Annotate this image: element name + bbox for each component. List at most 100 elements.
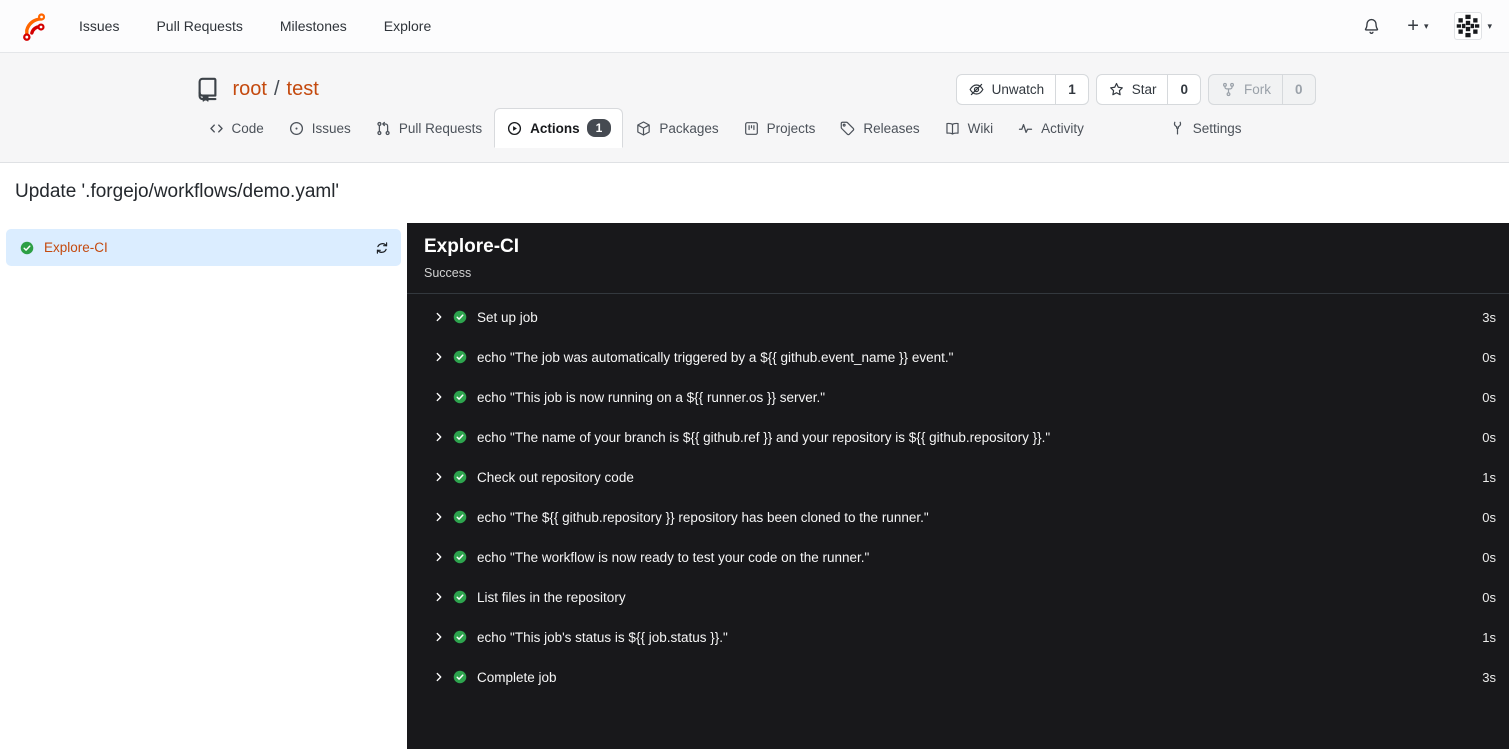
step-duration: 1s (1482, 629, 1496, 645)
user-menu[interactable]: ▾ (1454, 12, 1492, 40)
tab-wiki[interactable]: Wiki (932, 108, 1006, 148)
star-icon (1108, 81, 1125, 98)
step-row[interactable]: echo "The ${{ github.repository }} repos… (407, 497, 1509, 537)
tab-activity[interactable]: Activity (1005, 108, 1096, 148)
rerun-refresh-icon[interactable] (374, 240, 390, 256)
create-new-button[interactable]: + ▾ (1407, 16, 1428, 36)
sidebar-job-explore-ci[interactable]: Explore-CI (6, 229, 401, 266)
run-job-title: Explore-CI (424, 236, 520, 257)
nav-milestones[interactable]: Milestones (280, 18, 347, 34)
pulse-icon (1019, 123, 1033, 133)
job-name: Explore-CI (44, 240, 108, 255)
jobs-sidebar: Explore-CI (0, 223, 407, 749)
step-duration: 0s (1482, 389, 1496, 405)
step-success-check-icon (452, 549, 468, 565)
tab-packages[interactable]: Packages (623, 108, 730, 148)
eye-slash-icon (968, 81, 985, 98)
tab-releases[interactable]: Releases (827, 108, 931, 148)
step-row[interactable]: Check out repository code 1s (407, 457, 1509, 497)
tools-icon (1173, 121, 1181, 134)
step-row[interactable]: List files in the repository 0s (407, 577, 1509, 617)
nav-pull-requests[interactable]: Pull Requests (156, 18, 242, 34)
package-icon (637, 120, 651, 136)
repo-header: root / test Unwatch 1 Star 0 Fork 0 Code… (0, 53, 1509, 163)
step-name: echo "The ${{ github.repository }} repos… (477, 509, 929, 525)
star-count[interactable]: 0 (1167, 74, 1200, 104)
unwatch-button[interactable]: Unwatch 1 (955, 73, 1089, 105)
chevron-right-icon (433, 351, 445, 363)
chevron-right-icon (433, 631, 445, 643)
step-row[interactable]: echo "The name of your branch is ${{ git… (407, 417, 1509, 457)
star-button[interactable]: Star 0 (1095, 73, 1201, 105)
step-duration: 0s (1482, 509, 1496, 525)
play-circle-icon (508, 121, 522, 135)
page-title: Update '.forgejo/workflows/demo.yaml' (15, 181, 340, 202)
fork-label: Fork (1243, 81, 1271, 97)
top-nav-links: Issues Pull Requests Milestones Explore (79, 18, 431, 34)
step-row[interactable]: Set up job 3s (407, 297, 1509, 337)
project-board-icon (744, 121, 758, 135)
nav-explore[interactable]: Explore (384, 18, 431, 34)
breadcrumb-separator: / (273, 77, 280, 100)
run-status-text: Success (424, 266, 472, 280)
fork-count[interactable]: 0 (1281, 74, 1315, 104)
tab-settings[interactable]: Settings (1157, 108, 1254, 148)
git-pull-request-icon (377, 121, 390, 135)
code-icon (209, 123, 223, 133)
step-name: Complete job (477, 669, 557, 685)
tab-pull-requests[interactable]: Pull Requests (363, 108, 494, 148)
step-success-check-icon (452, 469, 468, 485)
step-duration: 0s (1482, 349, 1496, 365)
chevron-right-icon (433, 511, 445, 523)
tab-actions[interactable]: Actions 1 (494, 108, 624, 148)
tab-code[interactable]: Code (196, 108, 276, 148)
tab-issues[interactable]: Issues (276, 108, 363, 148)
step-success-check-icon (452, 389, 468, 405)
nav-issues[interactable]: Issues (79, 18, 119, 34)
step-duration: 0s (1482, 429, 1496, 445)
step-row[interactable]: echo "The workflow is now ready to test … (407, 537, 1509, 577)
repo-breadcrumb: root / test (233, 78, 319, 101)
chevron-right-icon (433, 591, 445, 603)
chevron-right-icon (433, 551, 445, 563)
step-success-check-icon (452, 669, 468, 685)
repo-name-link[interactable]: test (287, 78, 319, 100)
step-success-check-icon (452, 349, 468, 365)
step-success-check-icon (452, 509, 468, 525)
step-name: echo "This job is now running on a ${{ r… (477, 389, 826, 405)
repo-book-icon (194, 76, 221, 103)
chevron-right-icon (433, 471, 445, 483)
step-duration: 3s (1482, 669, 1496, 685)
step-name: Check out repository code (477, 469, 634, 485)
step-row[interactable]: echo "This job's status is ${{ job.statu… (407, 617, 1509, 657)
step-duration: 0s (1482, 549, 1496, 565)
chevron-right-icon (433, 311, 445, 323)
actions-count-badge: 1 (586, 119, 612, 137)
step-duration: 0s (1482, 589, 1496, 605)
top-navbar: Issues Pull Requests Milestones Explore … (0, 0, 1509, 53)
steps-list: Set up job 3s echo "The job was automati… (407, 294, 1509, 697)
step-row[interactable]: echo "This job is now running on a ${{ r… (407, 377, 1509, 417)
chevron-down-icon: ▾ (1487, 20, 1492, 31)
step-success-check-icon (452, 589, 468, 605)
step-row[interactable]: Complete job 3s (407, 657, 1509, 697)
job-success-check-icon (19, 240, 35, 256)
repo-tabs: Code Issues Pull Requests Actions 1 Pack… (194, 107, 1316, 148)
unwatch-label: Unwatch (991, 81, 1045, 97)
step-row[interactable]: echo "The job was automatically triggere… (407, 337, 1509, 377)
watch-count[interactable]: 1 (1055, 74, 1088, 104)
forgejo-logo[interactable] (17, 11, 48, 42)
repo-owner-link[interactable]: root (233, 78, 267, 100)
fork-icon (1220, 81, 1237, 98)
notifications-bell-icon[interactable] (1362, 17, 1381, 36)
step-name: List files in the repository (477, 589, 626, 605)
chevron-right-icon (433, 671, 445, 683)
issue-opened-icon (289, 121, 303, 135)
step-success-check-icon (452, 429, 468, 445)
step-name: echo "This job's status is ${{ job.statu… (477, 629, 728, 645)
tag-icon (841, 121, 855, 135)
run-details-panel: Explore-CI Success Set up job 3s echo "T… (407, 223, 1509, 749)
step-success-check-icon (452, 629, 468, 645)
fork-button[interactable]: Fork 0 (1207, 73, 1316, 105)
tab-projects[interactable]: Projects (731, 108, 828, 148)
